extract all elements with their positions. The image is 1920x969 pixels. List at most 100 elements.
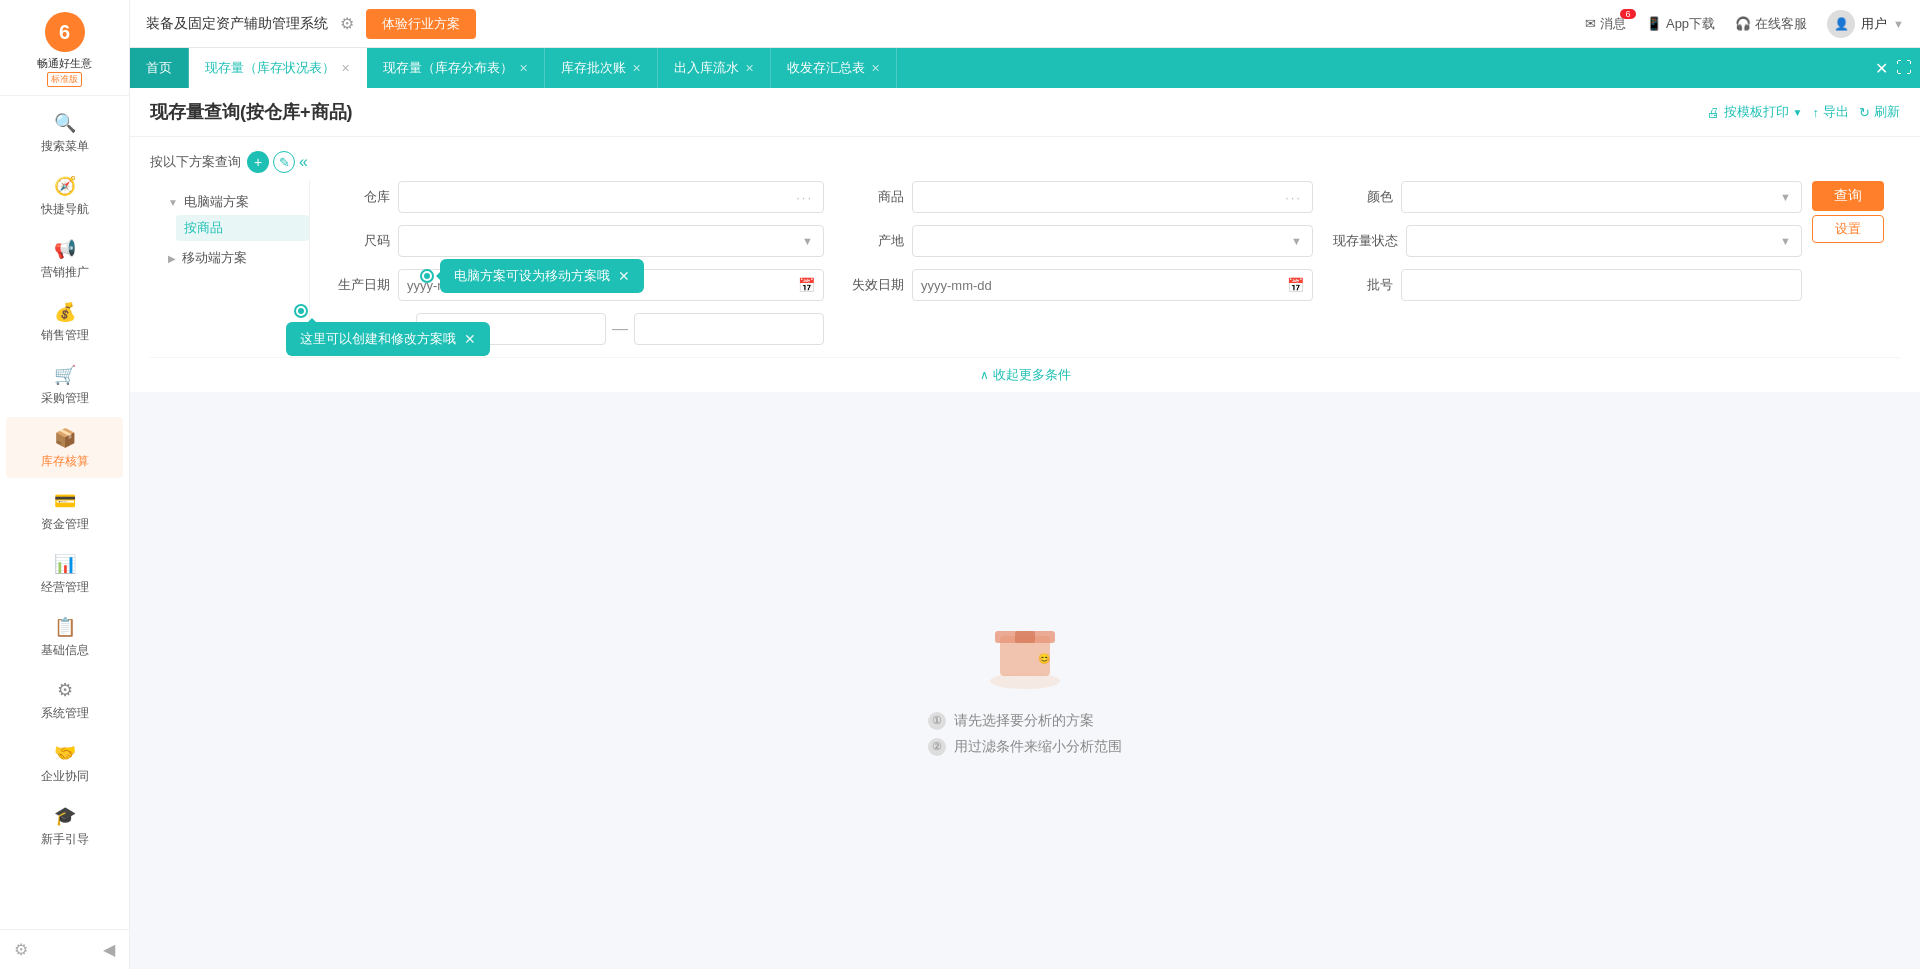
- scheme-sub-item[interactable]: 按商品: [176, 215, 309, 241]
- tip-num-1: ①: [928, 712, 946, 730]
- query-btn-col: 查询 设置: [1812, 181, 1884, 243]
- tabs-extra: ✕ ⛶: [1875, 59, 1920, 78]
- sidebar-item-guide[interactable]: 🧭 快捷导航: [6, 165, 123, 226]
- empty-tip-2: ② 用过滤条件来缩小分析范围: [928, 738, 1122, 756]
- template-print-label: 按模板打印: [1724, 103, 1789, 121]
- sidebar-item-operations[interactable]: 📊 经营管理: [6, 543, 123, 604]
- scheme-item-desktop[interactable]: ▼ 电脑端方案: [160, 189, 309, 215]
- tab-close-icon[interactable]: ✕: [341, 62, 350, 75]
- sales-icon: 💰: [54, 301, 76, 323]
- online-service-button[interactable]: 🎧 在线客服: [1735, 15, 1807, 33]
- tab-inout-flow[interactable]: 出入库流水 ✕: [658, 48, 771, 88]
- finance-icon: 💳: [54, 490, 76, 512]
- refresh-button[interactable]: ↻ 刷新: [1859, 103, 1900, 121]
- edit-scheme-button[interactable]: ✎: [273, 151, 295, 173]
- export-button[interactable]: ↑ 导出: [1813, 103, 1850, 121]
- sidebar-item-inventory[interactable]: 📦 库存核算: [6, 417, 123, 478]
- collapse-filter-label: 收起更多条件: [993, 366, 1071, 384]
- system-icon: ⚙: [57, 679, 73, 701]
- user-area[interactable]: 👤 用户 ▼: [1827, 10, 1904, 38]
- tab-close-icon[interactable]: ✕: [519, 62, 528, 75]
- sidebar-item-marketing[interactable]: 📢 营销推广: [6, 228, 123, 289]
- sidebar-item-search[interactable]: 🔍 搜索菜单: [6, 102, 123, 163]
- user-avatar: 👤: [1827, 10, 1855, 38]
- scheme-item-mobile[interactable]: ▶ 移动端方案: [160, 245, 309, 271]
- notice-button[interactable]: ✉ 消息 6: [1585, 15, 1626, 33]
- topbar-gear-icon[interactable]: ⚙: [340, 14, 354, 33]
- headset-icon: 🎧: [1735, 16, 1751, 31]
- tooltip2-text: 这里可以创建和修改方案哦: [300, 330, 456, 348]
- tab-close-icon[interactable]: ✕: [745, 62, 754, 75]
- size-select[interactable]: ▼: [398, 225, 824, 257]
- filter-field-origin: 产地 ▼: [844, 225, 1313, 257]
- tab-inventory-dist[interactable]: 现存量（库存分布表） ✕: [367, 48, 545, 88]
- tab-close-icon[interactable]: ✕: [871, 62, 880, 75]
- query-button[interactable]: 查询: [1812, 181, 1884, 211]
- inv-qty-to-input[interactable]: [634, 313, 824, 345]
- sidebar-item-system[interactable]: ⚙ 系统管理: [6, 669, 123, 730]
- tab-close-icon[interactable]: ✕: [632, 62, 641, 75]
- batch-no-input[interactable]: [1401, 269, 1802, 301]
- sidebar-item-label: 销售管理: [41, 327, 89, 344]
- phone-icon: 📱: [1646, 16, 1662, 31]
- settings-icon[interactable]: ⚙: [14, 940, 28, 959]
- industry-solution-button[interactable]: 体验行业方案: [366, 9, 476, 39]
- filter-field-warehouse: 仓库 ···: [330, 181, 824, 213]
- sidebar-item-newbie[interactable]: 🎓 新手引导: [6, 795, 123, 856]
- origin-select[interactable]: ▼: [912, 225, 1313, 257]
- inv-status-select[interactable]: ▼: [1406, 225, 1802, 257]
- tab-batch-ledger[interactable]: 库存批次账 ✕: [545, 48, 658, 88]
- sidebar-item-basic[interactable]: 📋 基础信息: [6, 606, 123, 667]
- left-arrow-button[interactable]: «: [299, 153, 308, 171]
- print-icon: 🖨: [1707, 105, 1720, 120]
- tab-inventory-dist-label: 现存量（库存分布表）: [383, 59, 513, 77]
- print-dropdown-icon: ▼: [1793, 107, 1803, 118]
- logo-text: 畅通好生意: [37, 56, 92, 70]
- sidebar-bottom: ⚙ ◀: [0, 929, 129, 969]
- expire-date-from-input[interactable]: [921, 278, 1283, 293]
- scheme-actions: + ✎ «: [247, 151, 308, 173]
- tab-close-all-icon[interactable]: ✕: [1875, 59, 1888, 78]
- expire-date-from[interactable]: 📅: [912, 269, 1313, 301]
- tooltip1-close-button[interactable]: ✕: [618, 268, 630, 284]
- warehouse-select[interactable]: ···: [398, 181, 824, 213]
- origin-dropdown-icon: ▼: [1291, 235, 1302, 247]
- sidebar-item-purchase[interactable]: 🛒 采购管理: [6, 354, 123, 415]
- batch-no-label: 批号: [1333, 276, 1393, 294]
- calendar-icon[interactable]: 📅: [1287, 277, 1304, 293]
- set-button[interactable]: 设置: [1812, 215, 1884, 243]
- tab-fullscreen-icon[interactable]: ⛶: [1896, 59, 1912, 77]
- notice-icon: ✉: [1585, 16, 1596, 31]
- sidebar-item-finance[interactable]: 💳 资金管理: [6, 480, 123, 541]
- goods-select[interactable]: ···: [912, 181, 1313, 213]
- color-select[interactable]: ▼: [1401, 181, 1802, 213]
- warehouse-dots[interactable]: ···: [796, 190, 813, 205]
- sidebar-item-sales[interactable]: 💰 销售管理: [6, 291, 123, 352]
- empty-tip-1: ① 请先选择要分析的方案: [928, 712, 1122, 730]
- sidebar-item-enterprise[interactable]: 🤝 企业协同: [6, 732, 123, 793]
- tab-home[interactable]: 首页: [130, 48, 189, 88]
- scheme-tree: ▼ 电脑端方案 按商品 ▶ 移动端方案: [150, 189, 309, 271]
- add-scheme-button[interactable]: +: [247, 151, 269, 173]
- goods-dots[interactable]: ···: [1285, 190, 1302, 205]
- tab-recv-send-label: 收发存汇总表: [787, 59, 865, 77]
- logo-icon: 6: [45, 12, 85, 52]
- sidebar-item-label: 新手引导: [41, 831, 89, 848]
- operations-icon: 📊: [54, 553, 76, 575]
- filter-field-color: 颜色 ▼: [1333, 181, 1802, 213]
- content-area: 现存量查询(按仓库+商品) 🖨 按模板打印 ▼ ↑ 导出 ↻ 刷新: [130, 88, 1920, 969]
- topbar-left: 装备及固定资产辅助管理系统 ⚙ 体验行业方案: [146, 9, 476, 39]
- tip-2-text: 用过滤条件来缩小分析范围: [954, 738, 1122, 756]
- origin-label: 产地: [844, 232, 904, 250]
- collapse-filter-button[interactable]: ∧ 收起更多条件: [150, 357, 1900, 392]
- app-download-button[interactable]: 📱 App下载: [1646, 15, 1715, 33]
- tooltip2-close-button[interactable]: ✕: [464, 331, 476, 347]
- tab-recv-send[interactable]: 收发存汇总表 ✕: [771, 48, 897, 88]
- collapse-sidebar-icon[interactable]: ◀: [103, 940, 115, 959]
- tab-inventory-status[interactable]: 现存量（库存状况表） ✕: [189, 48, 367, 88]
- goods-label: 商品: [844, 188, 904, 206]
- calendar-icon[interactable]: 📅: [798, 277, 815, 293]
- sidebar-logo: 6 畅通好生意 标准版: [0, 0, 129, 96]
- template-print-button[interactable]: 🖨 按模板打印 ▼: [1707, 103, 1803, 121]
- empty-tips: ① 请先选择要分析的方案 ② 用过滤条件来缩小分析范围: [928, 712, 1122, 756]
